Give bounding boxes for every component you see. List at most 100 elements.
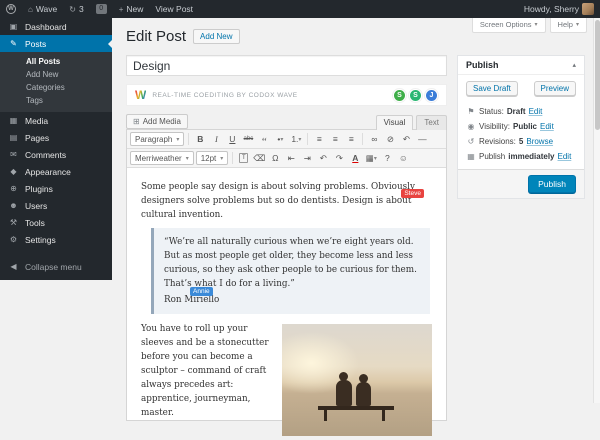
collaborator-avatar-1[interactable]: S: [393, 89, 406, 102]
submenu-item-all-posts[interactable]: All Posts: [0, 55, 112, 68]
vertical-scrollbar[interactable]: [593, 18, 600, 403]
tab-text[interactable]: Text: [416, 115, 447, 130]
toolbar-separator: [232, 152, 233, 164]
undo-button[interactable]: ↶: [399, 132, 413, 146]
align-right-button[interactable]: ≡: [344, 132, 358, 146]
link-button[interactable]: ∞: [367, 132, 381, 146]
sidebar-item-label: Users: [25, 201, 47, 211]
add-media-button[interactable]: ⊞ Add Media: [126, 114, 188, 129]
settings-icon: ⚙: [8, 235, 19, 244]
updates-link[interactable]: ↻ 3: [63, 0, 89, 18]
sidebar-item-dashboard[interactable]: ▣ Dashboard: [0, 18, 112, 35]
emoji-button[interactable]: ☺: [396, 151, 410, 165]
strikethrough-button[interactable]: abc: [241, 132, 255, 146]
users-icon: ☻: [8, 201, 19, 210]
block-format-select[interactable]: Paragraph ▾: [130, 132, 184, 146]
help-label: Help: [558, 20, 573, 29]
blockquote-button[interactable]: “: [257, 132, 271, 146]
collaborator-avatar-2[interactable]: S: [409, 89, 422, 102]
undo-button[interactable]: ↶: [316, 151, 330, 165]
help-button[interactable]: ?: [380, 151, 394, 165]
preview-button[interactable]: Preview: [534, 81, 576, 96]
panel-toggle-button[interactable]: ▴: [572, 61, 576, 69]
site-name: Wave: [36, 4, 57, 14]
sidebar-item-comments[interactable]: ✉ Comments: [0, 146, 112, 163]
sidebar-item-settings[interactable]: ⚙ Settings: [0, 231, 112, 248]
collapse-menu-button[interactable]: ◀ Collapse menu: [0, 258, 112, 275]
special-character-button[interactable]: Ω: [268, 151, 282, 165]
sidebar-item-tools[interactable]: ⚒ Tools: [0, 214, 112, 231]
font-size-select[interactable]: 12pt ▾: [196, 151, 229, 165]
sidebar-item-pages[interactable]: ▤ Pages: [0, 129, 112, 146]
align-center-button[interactable]: ≡: [328, 132, 342, 146]
collaborator-avatar-3[interactable]: J: [425, 89, 438, 102]
save-draft-button[interactable]: Save Draft: [466, 81, 518, 96]
outdent-button[interactable]: ⇤: [284, 151, 298, 165]
italic-button[interactable]: I: [209, 132, 223, 146]
text-color-button[interactable]: A: [348, 151, 362, 165]
wordpress-icon: W: [6, 4, 16, 14]
media-icon: ▦: [8, 116, 19, 125]
add-new-button[interactable]: Add New: [193, 29, 239, 44]
browse-revisions-link[interactable]: Browse: [526, 137, 553, 146]
account-menu[interactable]: Howdy, Sherry: [518, 3, 600, 15]
site-name-link[interactable]: ⌂ Wave: [22, 0, 63, 18]
publish-panel: Publish ▴ Save Draft Preview ⚑ Status: D…: [457, 55, 585, 199]
submenu-item-categories[interactable]: Categories: [0, 81, 112, 94]
paragraph-text: Some people say design is about solving …: [141, 182, 415, 220]
sidebar-item-users[interactable]: ☻ Users: [0, 197, 112, 214]
wp-logo-menu[interactable]: W: [0, 0, 22, 18]
scrollbar-thumb[interactable]: [595, 20, 600, 130]
block-format-value: Paragraph: [135, 135, 172, 144]
edit-visibility-link[interactable]: Edit: [540, 122, 554, 131]
submenu-item-tags[interactable]: Tags: [0, 94, 112, 107]
redo-button[interactable]: ↷: [332, 151, 346, 165]
help-button[interactable]: Help ▾: [550, 18, 587, 33]
bold-button[interactable]: B: [193, 132, 207, 146]
inline-image[interactable]: [282, 324, 432, 436]
new-label: New: [126, 4, 143, 14]
clear-formatting-button[interactable]: ⌫: [252, 151, 266, 165]
indent-button[interactable]: ⇥: [300, 151, 314, 165]
bench-silhouette: [318, 406, 394, 410]
underline-button[interactable]: U: [225, 132, 239, 146]
numbered-list-button[interactable]: 1.▾: [289, 132, 303, 146]
comments-icon: ✉: [8, 150, 19, 159]
calendar-icon: ▦: [466, 152, 476, 161]
publish-button[interactable]: Publish: [528, 175, 576, 193]
codox-coediting-bar: W REAL-TIME COEDITING BY CODOX WAVE S S …: [126, 84, 447, 106]
tools-icon: ⚒: [8, 218, 19, 227]
avatar: [582, 3, 594, 15]
new-content-link[interactable]: + New: [113, 0, 150, 18]
chevron-down-icon: ▾: [374, 155, 377, 162]
tinymce-editor: Paragraph ▾ B I U abc “ •▾ 1.▾: [126, 129, 447, 421]
tab-visual[interactable]: Visual: [376, 115, 414, 130]
sidebar-item-posts[interactable]: ✎ Posts: [0, 35, 112, 52]
editor-content-area[interactable]: Some people say design is about solving …: [127, 168, 446, 420]
person-silhouette: [356, 382, 371, 406]
toolbar-row-1: Paragraph ▾ B I U abc “ •▾ 1.▾: [127, 130, 446, 149]
posts-submenu: All Posts Add New Categories Tags: [0, 52, 112, 112]
paste-as-text-button[interactable]: T: [239, 153, 248, 163]
post-title-input[interactable]: [126, 55, 447, 76]
edit-schedule-link[interactable]: Edit: [558, 152, 572, 161]
sidebar-item-plugins[interactable]: ⊕ Plugins: [0, 180, 112, 197]
revisions-label: Revisions:: [479, 137, 516, 146]
bullet-list-button[interactable]: •▾: [273, 132, 287, 146]
align-left-button[interactable]: ≡: [312, 132, 326, 146]
comments-link[interactable]: 0: [90, 0, 113, 18]
view-post-link[interactable]: View Post: [149, 0, 199, 18]
horizontal-rule-button[interactable]: —: [415, 132, 429, 146]
submenu-item-add-new[interactable]: Add New: [0, 68, 112, 81]
schedule-value: immediately: [508, 152, 554, 161]
edit-status-link[interactable]: Edit: [529, 107, 543, 116]
quote-text: “We’re all naturally curious when we’re …: [164, 237, 417, 289]
font-family-select[interactable]: Merriweather ▾: [130, 151, 194, 165]
screen-options-button[interactable]: Screen Options ▾: [472, 18, 546, 33]
plus-icon: +: [119, 5, 124, 14]
sidebar-item-appearance[interactable]: ◆ Appearance: [0, 163, 112, 180]
sidebar-column: Publish ▴ Save Draft Preview ⚑ Status: D…: [457, 47, 585, 199]
sidebar-item-media[interactable]: ▦ Media: [0, 112, 112, 129]
unlink-button[interactable]: ⊘: [383, 132, 397, 146]
table-button[interactable]: ▦▾: [364, 151, 378, 165]
